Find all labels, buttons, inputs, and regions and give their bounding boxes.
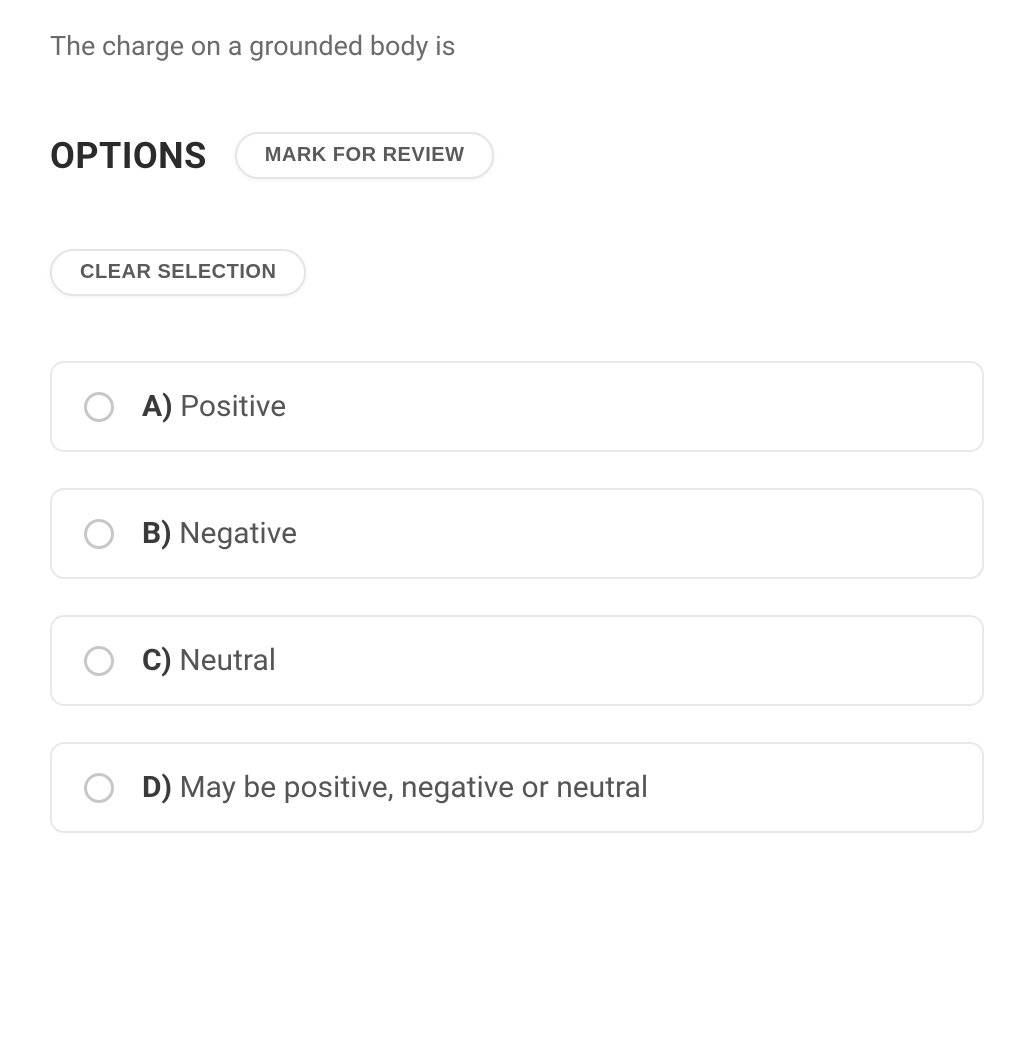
clear-selection-button[interactable]: CLEAR SELECTION bbox=[50, 249, 306, 296]
option-letter: A) bbox=[142, 389, 173, 424]
option-text-value: Negative bbox=[179, 516, 297, 551]
option-label: B) Negative bbox=[142, 516, 297, 551]
option-letter: C) bbox=[142, 643, 172, 678]
option-d[interactable]: D) May be positive, negative or neutral bbox=[50, 742, 984, 833]
option-letter: B) bbox=[142, 516, 172, 551]
option-text-value: Positive bbox=[180, 389, 286, 424]
option-a[interactable]: A) Positive bbox=[50, 361, 984, 452]
radio-icon bbox=[84, 519, 114, 549]
option-label: A) Positive bbox=[142, 389, 286, 424]
option-label: D) May be positive, negative or neutral bbox=[142, 770, 648, 805]
radio-icon bbox=[84, 392, 114, 422]
mark-for-review-button[interactable]: MARK FOR REVIEW bbox=[235, 132, 495, 179]
option-label: C) Neutral bbox=[142, 643, 276, 678]
question-text: The charge on a grounded body is bbox=[50, 30, 984, 62]
option-b[interactable]: B) Negative bbox=[50, 488, 984, 579]
option-text-value: May be positive, negative or neutral bbox=[179, 770, 648, 805]
options-heading: OPTIONS bbox=[50, 135, 207, 177]
options-header-row: OPTIONS MARK FOR REVIEW bbox=[50, 132, 984, 179]
option-letter: D) bbox=[142, 770, 172, 805]
radio-icon bbox=[84, 773, 114, 803]
radio-icon bbox=[84, 646, 114, 676]
option-c[interactable]: C) Neutral bbox=[50, 615, 984, 706]
option-text-value: Neutral bbox=[179, 643, 276, 678]
